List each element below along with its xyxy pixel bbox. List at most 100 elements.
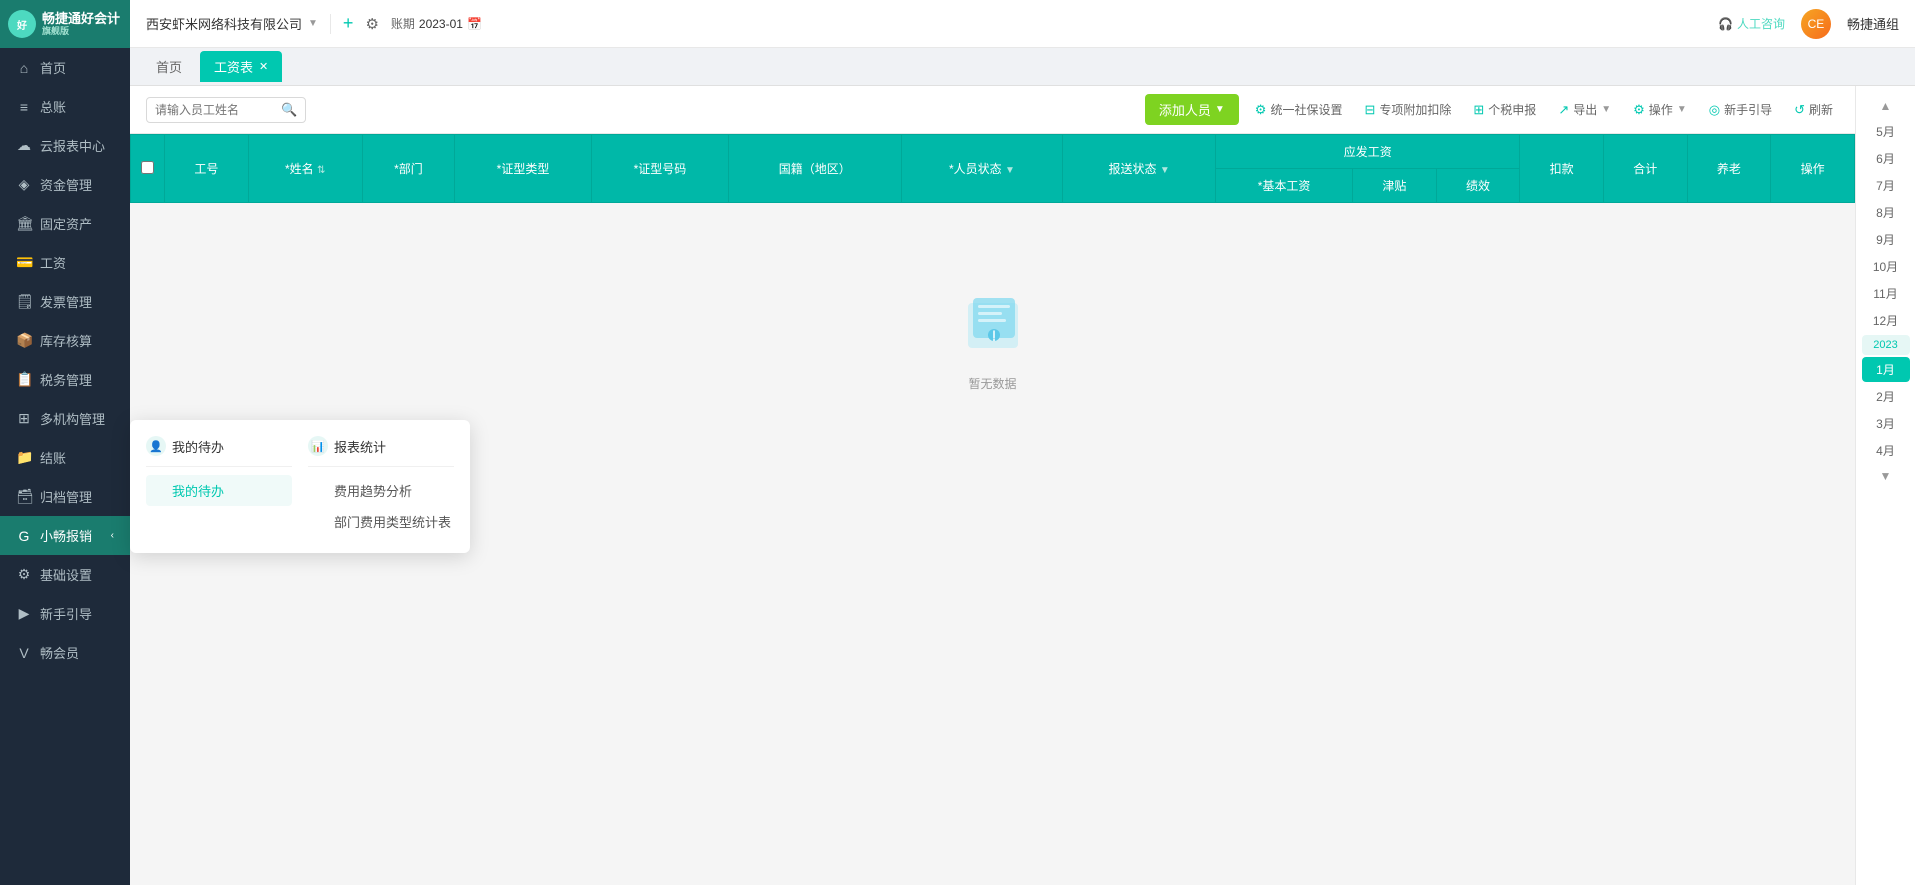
calendar-month-11[interactable]: 11月 [1862, 281, 1910, 306]
ledger-icon: ≡ [16, 99, 32, 115]
logo-icon: 好 [8, 10, 36, 38]
dropdown-reports-title: 📊 报表统计 [308, 436, 454, 467]
period-value: 2023-01 [419, 17, 463, 31]
calendar-month-6[interactable]: 6月 [1862, 146, 1910, 171]
sidebar-item-home[interactable]: ⌂ 首页 [0, 48, 130, 87]
empty-text: 暂无数据 [968, 375, 1016, 392]
sidebar-item-invoice[interactable]: 🗒 发票管理 [0, 282, 130, 321]
empty-icon [953, 283, 1033, 363]
topbar: 西安虾米网络科技有限公司 ▼ + ⚙ 账期 2023-01 📅 🎧 人工咨询 C… [130, 0, 1915, 48]
sidebar-item-new-guide[interactable]: ▶ 新手引导 [0, 594, 130, 633]
sidebar-item-archive[interactable]: 🗃 归档管理 [0, 477, 130, 516]
calendar-month-mar[interactable]: 3月 [1862, 411, 1910, 436]
sidebar: 好 畅捷通好会计 旗舰版 ⌂ 首页 ≡ 总账 ☁ 云报表中心 ◈ 资金管理 🏛 … [0, 0, 130, 885]
th-checkbox[interactable] [131, 135, 165, 203]
add-person-dropdown-arrow: ▼ [1215, 104, 1225, 115]
app-logo: 好 畅捷通好会计 旗舰版 [0, 0, 130, 48]
th-bonus[interactable]: 绩效 [1436, 169, 1520, 203]
calendar-month-7[interactable]: 7月 [1862, 173, 1910, 198]
sidebar-item-closing[interactable]: 📁 结账 [0, 438, 130, 477]
export-dropdown-arrow: ▼ [1601, 104, 1611, 115]
dropdown-dept-cost[interactable]: 部门费用类型统计表 [308, 506, 454, 537]
calendar-month-8[interactable]: 8月 [1862, 200, 1910, 225]
sidebar-item-fixed-assets[interactable]: 🏛 固定资产 [0, 204, 130, 243]
username: 畅捷通组 [1847, 14, 1899, 33]
member-icon: V [16, 645, 32, 661]
refresh-button[interactable]: ↺ 刷新 [1788, 97, 1839, 122]
sidebar-item-multi-org[interactable]: ⊞ 多机构管理 [0, 399, 130, 438]
calendar-month-10[interactable]: 10月 [1862, 254, 1910, 279]
personal-tax-icon: ⊞ [1473, 102, 1484, 118]
th-pension[interactable]: 养老 [1687, 135, 1771, 203]
avatar[interactable]: CE [1801, 9, 1831, 39]
tab-home[interactable]: 首页 [142, 51, 196, 82]
tab-close-salary[interactable]: ✕ [259, 60, 268, 73]
th-dept[interactable]: *部门 [362, 135, 454, 203]
closing-icon: 📁 [16, 449, 32, 466]
th-id-no[interactable]: *证型号码 [591, 135, 728, 203]
social-insurance-button[interactable]: ⚙ 统一社保设置 [1249, 97, 1349, 122]
add-person-button[interactable]: 添加人员 ▼ [1145, 94, 1239, 125]
th-ops[interactable]: 操作 [1771, 135, 1855, 203]
search-icon: 🔍 [281, 102, 297, 118]
sidebar-item-cloud-report[interactable]: ☁ 云报表中心 [0, 126, 130, 165]
sidebar-item-tax[interactable]: 📋 税务管理 [0, 360, 130, 399]
home-icon: ⌂ [16, 60, 32, 76]
fixed-assets-icon: 🏛 [16, 215, 32, 232]
tabbar: 首页 工资表 ✕ [130, 48, 1915, 86]
company-name: 西安虾米网络科技有限公司 [146, 14, 302, 33]
tax-deduction-button[interactable]: ⊟ 专项附加扣除 [1358, 97, 1457, 122]
th-id-type[interactable]: *证型类型 [455, 135, 592, 203]
th-status[interactable]: *人员状态 ▼ [901, 135, 1063, 203]
new-guide-button[interactable]: ◎ 新手引导 [1703, 97, 1778, 122]
calendar-month-5[interactable]: 5月 [1862, 119, 1910, 144]
th-name[interactable]: *姓名 ⇅ [248, 135, 362, 203]
search-box[interactable]: 🔍 [146, 97, 306, 123]
sidebar-item-ledger[interactable]: ≡ 总账 [0, 87, 130, 126]
th-report-status[interactable]: 报送状态 ▼ [1063, 135, 1216, 203]
calendar-up-nav[interactable]: ▲ [1874, 94, 1898, 118]
topbar-right: 🎧 人工咨询 CE 畅捷通组 [1718, 9, 1899, 39]
dropdown-cost-trend[interactable]: 费用趋势分析 [308, 475, 454, 506]
period-selector[interactable]: 账期 2023-01 📅 [391, 15, 482, 32]
select-all-checkbox[interactable] [141, 161, 154, 174]
dropdown-my-todo[interactable]: 我的待办 [146, 475, 292, 506]
topbar-settings-icon[interactable]: ⚙ [365, 15, 378, 33]
sidebar-item-inventory[interactable]: 📦 库存核算 [0, 321, 130, 360]
calendar-month-9[interactable]: 9月 [1862, 227, 1910, 252]
sidebar-item-basic-settings[interactable]: ⚙ 基础设置 [0, 555, 130, 594]
calendar-month-apr[interactable]: 4月 [1862, 438, 1910, 463]
sidebar-item-fund[interactable]: ◈ 资金管理 [0, 165, 130, 204]
customer-service-button[interactable]: 🎧 人工咨询 [1718, 15, 1785, 32]
th-nation[interactable]: 国籍（地区） [728, 135, 901, 203]
tab-salary[interactable]: 工资表 ✕ [200, 51, 282, 82]
sidebar-item-salary[interactable]: 💳 工资 [0, 243, 130, 282]
company-selector[interactable]: 西安虾米网络科技有限公司 ▼ [146, 14, 318, 33]
xiaochang-dropdown: 👤 我的待办 我的待办 📊 报表统计 费用趋势分析 部门费用类型统计表 [130, 420, 470, 553]
dropdown-columns: 👤 我的待办 我的待办 📊 报表统计 费用趋势分析 部门费用类型统计表 [146, 436, 454, 537]
sidebar-item-member[interactable]: V 畅会员 [0, 633, 130, 672]
th-deduction[interactable]: 扣款 [1520, 135, 1604, 203]
search-input[interactable] [155, 103, 275, 117]
personal-tax-button[interactable]: ⊞ 个税申报 [1467, 97, 1542, 122]
social-insurance-icon: ⚙ [1255, 102, 1267, 118]
calendar-icon: 📅 [467, 17, 482, 31]
guide-icon: ◎ [1709, 102, 1720, 118]
sidebar-item-xiaochang-expense[interactable]: G 小畅报销 ‹ [0, 516, 130, 555]
th-basic-pay[interactable]: *基本工资 [1216, 169, 1353, 203]
export-button[interactable]: ↗ 导出 ▼ [1552, 97, 1617, 122]
calendar-month-feb[interactable]: 2月 [1862, 384, 1910, 409]
todo-title-icon: 👤 [146, 436, 166, 456]
th-total[interactable]: 合计 [1603, 135, 1687, 203]
th-empno[interactable]: 工号 [165, 135, 249, 203]
add-company-button[interactable]: + [343, 13, 354, 34]
multi-org-icon: ⊞ [16, 410, 32, 427]
calendar-down-nav[interactable]: ▼ [1874, 464, 1898, 488]
operations-button[interactable]: ⚙ 操作 ▼ [1627, 97, 1693, 122]
operations-dropdown-arrow: ▼ [1677, 104, 1687, 115]
calendar-month-12[interactable]: 12月 [1862, 308, 1910, 333]
inventory-icon: 📦 [16, 332, 32, 349]
th-allowance[interactable]: 津贴 [1353, 169, 1437, 203]
dropdown-col-todo: 👤 我的待办 我的待办 [146, 436, 292, 537]
calendar-month-jan[interactable]: 1月 [1862, 357, 1910, 382]
